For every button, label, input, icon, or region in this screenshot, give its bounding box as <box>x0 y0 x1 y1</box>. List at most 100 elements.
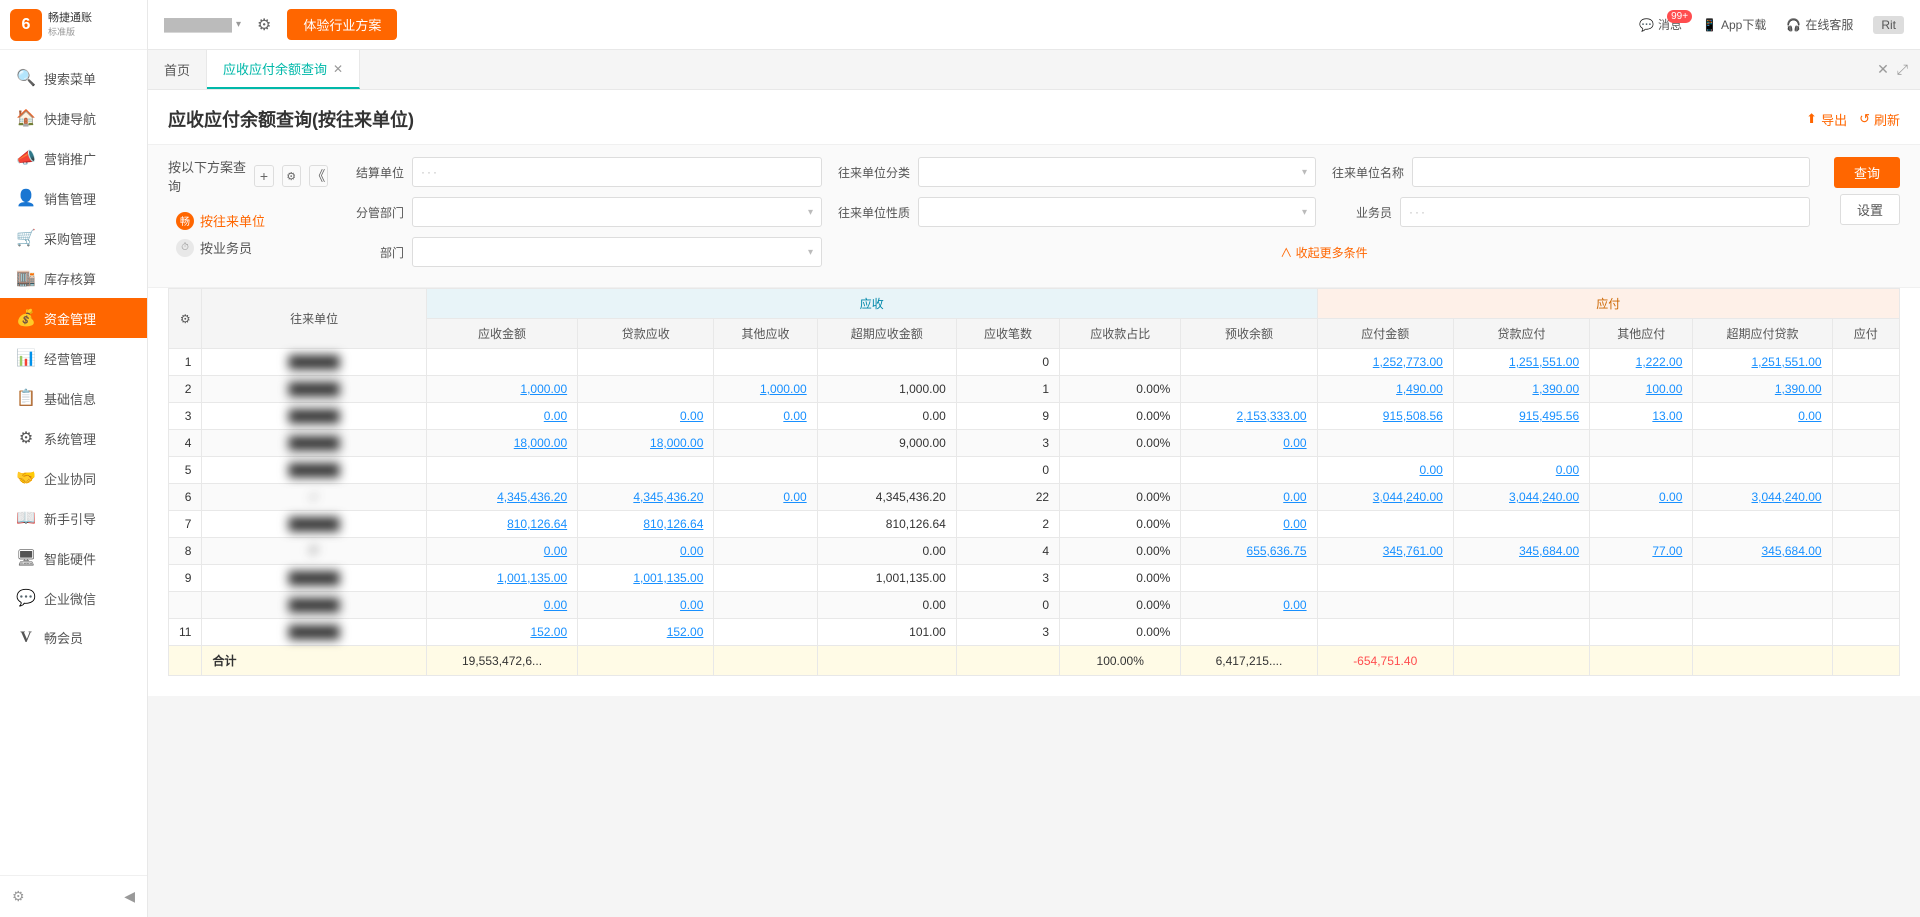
filter-settings-btn[interactable]: ⚙ <box>282 165 301 187</box>
th-ar-group: 应收 <box>426 289 1317 319</box>
setting-btn[interactable]: 设置 <box>1840 194 1900 225</box>
table-row: 2██████1,000.001,000.001,000.0010.00%1,4… <box>169 376 1900 403</box>
th-ar-amount: 应收金额 <box>426 319 577 349</box>
sidebar-item-operation[interactable]: 📊 经营管理 <box>0 338 147 378</box>
topbar-service-btn[interactable]: 🎧 在线客服 <box>1786 16 1853 33</box>
filter-add-btn[interactable]: + <box>254 165 273 187</box>
sidebar-item-inventory[interactable]: 🏬 库存核算 <box>0 258 147 298</box>
filter-collapse-btn[interactable]: ∧ 收起更多条件 <box>1274 238 1373 267</box>
home-tab-label: 首页 <box>164 60 190 79</box>
msg-icon: 💬 <box>1639 18 1654 32</box>
summary-ap-amount: -654,751.40 <box>1317 646 1453 676</box>
sidebar-item-member[interactable]: V 畅会员 <box>0 618 147 657</box>
refresh-btn[interactable]: ↺ 刷新 <box>1859 110 1900 129</box>
topbar-user[interactable]: Rit <box>1873 18 1904 32</box>
partner-name-input[interactable] <box>1412 157 1810 187</box>
th-ap-overdue: 超期应付贷款 <box>1693 319 1832 349</box>
staff-input[interactable]: ··· <box>1400 197 1810 227</box>
settlement-unit-input[interactable]: ··· <box>412 157 822 187</box>
th-ap-other: 其他应付 <box>1590 319 1693 349</box>
sidebar-collapse-btn[interactable]: ◀︎ <box>124 888 135 905</box>
filter-field-partner-category: 往来单位分类 ▾ <box>838 157 1316 187</box>
sidebar-item-finance[interactable]: 💰 资金管理 <box>0 298 147 338</box>
filter-field-dept: 部门 ▾ <box>344 237 822 267</box>
scheme-partner-icon: 畅 <box>176 212 194 230</box>
dept-manager-input[interactable]: ▾ <box>412 197 822 227</box>
guide-icon: 📖 <box>16 508 36 528</box>
enterprise-icon: 🤝 <box>16 468 36 488</box>
tab-home[interactable]: 首页 <box>148 50 207 89</box>
sidebar-item-smart-hw[interactable]: 🖥 智能硬件 <box>0 538 147 578</box>
home-icon: 🏠 <box>16 108 36 128</box>
topbar-app-download-btn[interactable]: 📱 App下载 <box>1702 16 1766 33</box>
scheme-item-by-partner[interactable]: 畅 按往来单位 <box>168 207 308 234</box>
sidebar-item-label: 销售管理 <box>44 189 96 208</box>
th-ar-overdue: 超期应收金额 <box>817 319 956 349</box>
partner-type-input[interactable]: ▾ <box>918 197 1316 227</box>
sidebar-item-label: 新手引导 <box>44 509 96 528</box>
tab-maximize-btn[interactable]: ⤢ <box>1897 61 1908 78</box>
topbar-msg-btn[interactable]: 💬 消息 99+ <box>1639 16 1682 33</box>
sidebar-item-guide[interactable]: 📖 新手引导 <box>0 498 147 538</box>
summary-ar-ratio: 100.00% <box>1060 646 1181 676</box>
scheme-item-by-staff[interactable]: ⏱ 按业务员 <box>168 234 308 261</box>
partner-category-label: 往来单位分类 <box>838 164 910 181</box>
sales-icon: 👤 <box>16 188 36 208</box>
filter-collapse-scheme-btn[interactable]: 《 <box>309 165 328 187</box>
topbar-breadcrumb: ████████ ▾ <box>164 18 241 32</box>
tab-ar-ap[interactable]: 应收应付余额查询 ✕ <box>207 50 360 89</box>
tab-close-all-btn[interactable]: ✕ <box>1877 61 1889 78</box>
summary-label: 合计 <box>202 646 426 676</box>
staff-label: 业务员 <box>1332 204 1392 221</box>
export-btn[interactable]: ⬆ 导出 <box>1806 110 1847 129</box>
table-row: 11██████152.00152.00101.0030.00% <box>169 619 1900 646</box>
th-ar-other: 其他应收 <box>714 319 817 349</box>
main-area: ████████ ▾ ⚙ 体验行业方案 💬 消息 99+ 📱 App下载 🎧 在… <box>148 0 1920 917</box>
sidebar-item-quick-nav[interactable]: 🏠 快捷导航 <box>0 98 147 138</box>
table-row: 7██████810,126.64810,126.64810,126.6420.… <box>169 511 1900 538</box>
smart-hw-icon: 🖥 <box>16 548 36 568</box>
settlement-unit-label: 结算单位 <box>344 164 404 181</box>
sidebar-item-marketing[interactable]: 📣 营销推广 <box>0 138 147 178</box>
sidebar-item-purchase[interactable]: 🛒 采购管理 <box>0 218 147 258</box>
table-container: ⚙ 往来单位 应收 应付 应收金额 贷款应收 其他应收 超期应收金额 <box>148 288 1920 696</box>
msg-badge: 99+ <box>1667 10 1692 23</box>
tab-bar: 首页 应收应付余额查询 ✕ ✕ ⤢ <box>148 50 1920 90</box>
query-btn[interactable]: 查询 <box>1834 157 1900 188</box>
sidebar-item-enterprise[interactable]: 🤝 企业协同 <box>0 458 147 498</box>
sidebar-item-label: 系统管理 <box>44 429 96 448</box>
logo-badge: 标准版 <box>48 25 92 38</box>
sidebar-item-basic-info[interactable]: 📋 基础信息 <box>0 378 147 418</box>
topbar-gear-icon[interactable]: ⚙ <box>257 15 271 35</box>
th-ap-group: 应付 <box>1317 289 1899 319</box>
filter-field-staff: 业务员 ··· <box>1332 197 1810 227</box>
solution-btn[interactable]: 体验行业方案 <box>287 9 397 40</box>
content-area: 应收应付余额查询(按往来单位) ⬆ 导出 ↺ 刷新 <box>148 90 1920 917</box>
sidebar-item-label: 畅会员 <box>44 628 83 647</box>
partner-category-input[interactable]: ▾ <box>918 157 1316 187</box>
chevron-down-icon: ▾ <box>808 247 813 258</box>
table-gear-icon[interactable]: ⚙ <box>180 312 191 326</box>
topbar-right: 💬 消息 99+ 📱 App下载 🎧 在线客服 Rit <box>1639 16 1904 33</box>
table-row: 6✓4,345,436.204,345,436.200.004,345,436.… <box>169 484 1900 511</box>
sidebar-item-sales[interactable]: 👤 销售管理 <box>0 178 147 218</box>
filter-area: 按以下方案查询 + ⚙ 《 畅 按往来单位 <box>148 145 1920 288</box>
scheme-staff-icon: ⏱ <box>176 239 194 257</box>
sidebar-item-search-menu[interactable]: 🔍 搜索菜单 <box>0 58 147 98</box>
dept-manager-label: 分管部门 <box>344 204 404 221</box>
sidebar: 6 畅捷通账 标准版 🔍 搜索菜单 🏠 快捷导航 📣 营销推广 👤 销售管理 <box>0 0 148 917</box>
tab-close-icon[interactable]: ✕ <box>333 62 343 76</box>
ar-ap-tab-label: 应收应付余额查询 <box>223 59 327 78</box>
sidebar-settings-btn[interactable]: ⚙ <box>12 888 25 905</box>
table-row: 5██████00.000.00 <box>169 457 1900 484</box>
sidebar-item-label: 库存核算 <box>44 269 96 288</box>
table-row: 1██████01,252,773.001,251,551.001,222.00… <box>169 349 1900 376</box>
sidebar-item-label: 快捷导航 <box>44 109 96 128</box>
sidebar-item-label: 搜索菜单 <box>44 69 96 88</box>
filter-field-partner-type: 往来单位性质 ▾ <box>838 197 1316 227</box>
sidebar-item-wechat[interactable]: 💬 企业微信 <box>0 578 147 618</box>
basic-info-icon: 📋 <box>16 388 36 408</box>
dept-input[interactable]: ▾ <box>412 237 822 267</box>
sidebar-item-system[interactable]: ⚙ 系统管理 <box>0 418 147 458</box>
table-row: 9██████1,001,135.001,001,135.001,001,135… <box>169 565 1900 592</box>
